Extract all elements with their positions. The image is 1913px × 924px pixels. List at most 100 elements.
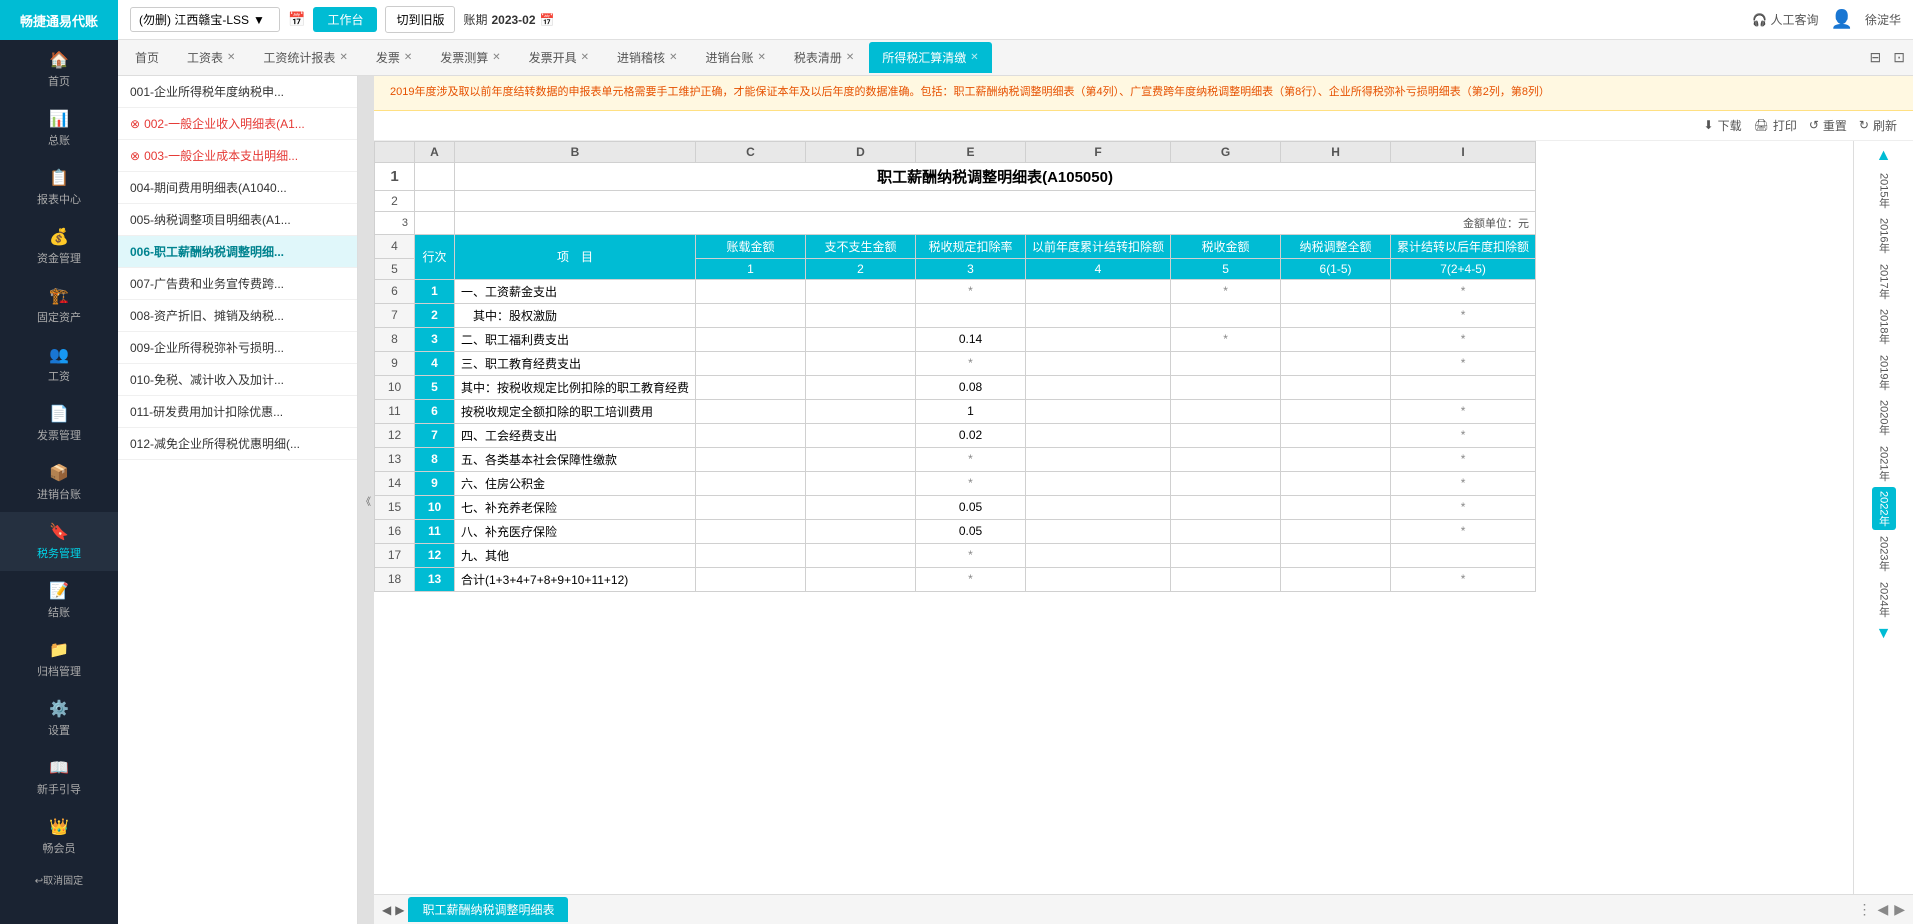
left-item-004[interactable]: 004-期间费用明细表(A1040... [118, 172, 357, 204]
tab-invoice-issue[interactable]: 发票开具 ✕ [516, 42, 602, 73]
cell-12-c[interactable] [696, 543, 806, 567]
cell-4-h[interactable] [1281, 351, 1391, 375]
cell-9-g[interactable] [1171, 471, 1281, 495]
left-item-006[interactable]: 006-职工薪酬纳税调整明细... [118, 236, 357, 268]
cell-6-h[interactable] [1281, 399, 1391, 423]
cell-13-c[interactable] [696, 567, 806, 591]
cell-2-e[interactable] [916, 303, 1026, 327]
cell-4-d[interactable] [806, 351, 916, 375]
item-9[interactable]: 六、住房公积金 [455, 471, 696, 495]
left-item-012[interactable]: 012-减免企业所得税优惠明细(... [118, 428, 357, 460]
cell-7-d[interactable] [806, 423, 916, 447]
item-10[interactable]: 七、补充养老保险 [455, 495, 696, 519]
tab-maximize-icon[interactable]: ⊡ [1889, 47, 1909, 68]
cell-13-d[interactable] [806, 567, 916, 591]
tab-close-income-tax[interactable]: ✕ [970, 52, 978, 63]
old-version-button[interactable]: 切到旧版 [385, 6, 455, 33]
cell-6-c[interactable] [696, 399, 806, 423]
sidebar-item-home[interactable]: 🏠 首页 [0, 40, 118, 99]
sidebar-item-salary[interactable]: 👥 工资 [0, 335, 118, 394]
download-button[interactable]: ⬇ 下载 [1704, 117, 1742, 134]
cell-6-g[interactable] [1171, 399, 1281, 423]
cell-2-c[interactable] [696, 303, 806, 327]
cell-5-c[interactable] [696, 375, 806, 399]
sidebar-item-settings[interactable]: ⚙️ 设置 [0, 689, 118, 748]
item-6[interactable]: 按税收规定全额扣除的职工培训费用 [455, 399, 696, 423]
cell-7-g[interactable] [1171, 423, 1281, 447]
cell-2-h[interactable] [1281, 303, 1391, 327]
cell-9-c[interactable] [696, 471, 806, 495]
tab-prev-icon[interactable]: ⊟ [1866, 47, 1886, 68]
cell-2-d[interactable] [806, 303, 916, 327]
left-item-010[interactable]: 010-免税、减计收入及加计... [118, 364, 357, 396]
cell-10-h[interactable] [1281, 495, 1391, 519]
cell-10-d[interactable] [806, 495, 916, 519]
cell-2-g[interactable] [1171, 303, 1281, 327]
cell-11-d[interactable] [806, 519, 916, 543]
year-2017[interactable]: 2017年 [1872, 260, 1896, 303]
year-2015[interactable]: 2015年 [1872, 169, 1896, 212]
item-4[interactable]: 三、职工教育经费支出 [455, 351, 696, 375]
refresh-button[interactable]: ↻ 刷新 [1859, 117, 1897, 134]
cell-10-c[interactable] [696, 495, 806, 519]
cell-9-f[interactable] [1026, 471, 1171, 495]
cell-11-h[interactable] [1281, 519, 1391, 543]
cell-12-g[interactable] [1171, 543, 1281, 567]
print-button[interactable]: 🖨 打印 [1754, 117, 1797, 134]
cell-12-f[interactable] [1026, 543, 1171, 567]
cell-11-f[interactable] [1026, 519, 1171, 543]
cell-4-g[interactable] [1171, 351, 1281, 375]
cell-5-d[interactable] [806, 375, 916, 399]
cell-13-g[interactable] [1171, 567, 1281, 591]
tab-invoice[interactable]: 发票 ✕ [363, 42, 425, 73]
sheet-nav-prev[interactable]: ◀ [382, 903, 391, 917]
sidebar-item-archive[interactable]: 📁 归档管理 [0, 630, 118, 689]
tab-close-invoice-calc[interactable]: ✕ [492, 52, 500, 63]
cell-10-g[interactable] [1171, 495, 1281, 519]
cell-1-f[interactable] [1026, 279, 1171, 303]
tab-close-tax-register[interactable]: ✕ [846, 52, 854, 63]
tab-close-purchase-verify[interactable]: ✕ [669, 52, 677, 63]
cell-9-h[interactable] [1281, 471, 1391, 495]
year-2020[interactable]: 2020年 [1872, 396, 1896, 439]
left-item-007[interactable]: 007-广告费和业务宣传费跨... [118, 268, 357, 300]
tab-invoice-calc[interactable]: 发票测算 ✕ [427, 42, 513, 73]
cell-8-h[interactable] [1281, 447, 1391, 471]
cancel-pin-button[interactable]: ↩取消固定 [0, 866, 118, 893]
item-3[interactable]: 二、职工福利费支出 [455, 327, 696, 351]
item-2[interactable]: 其中：股权激励 [455, 303, 696, 327]
left-item-005[interactable]: 005-纳税调整项目明细表(A1... [118, 204, 357, 236]
reset-button[interactable]: ↺ 重置 [1809, 117, 1847, 134]
sidebar-item-close[interactable]: 📝 结账 [0, 571, 118, 630]
tab-salary[interactable]: 工资表 ✕ [174, 42, 248, 73]
item-7[interactable]: 四、工会经费支出 [455, 423, 696, 447]
year-2019[interactable]: 2019年 [1872, 351, 1896, 394]
cell-2-f[interactable] [1026, 303, 1171, 327]
collapse-panel-button[interactable]: 《 [358, 76, 374, 924]
sidebar-item-guide[interactable]: 📖 新手引导 [0, 748, 118, 807]
cell-1-d[interactable] [806, 279, 916, 303]
customer-service-btn[interactable]: 🎧 人工客询 [1752, 11, 1818, 28]
cell-8-f[interactable] [1026, 447, 1171, 471]
sidebar-item-funds[interactable]: 💰 资金管理 [0, 217, 118, 276]
tab-purchase-verify[interactable]: 进销稽核 ✕ [604, 42, 690, 73]
tab-income-tax[interactable]: 所得税汇算清缴 ✕ [869, 42, 991, 73]
cell-6-d[interactable] [806, 399, 916, 423]
tab-close-invoice-issue[interactable]: ✕ [581, 52, 589, 63]
cell-3-c[interactable] [696, 327, 806, 351]
tab-tax-register[interactable]: 税表清册 ✕ [781, 42, 867, 73]
company-selector[interactable]: (勿删) 江西赣宝-LSS ▼ [130, 7, 280, 32]
year-2023[interactable]: 2023年 [1872, 532, 1896, 575]
cell-7-h[interactable] [1281, 423, 1391, 447]
left-item-011[interactable]: 011-研发费用加计扣除优惠... [118, 396, 357, 428]
item-11[interactable]: 八、补充医疗保险 [455, 519, 696, 543]
cell-5-h[interactable] [1281, 375, 1391, 399]
workbench-button[interactable]: 工作台 [313, 7, 377, 32]
cell-6-f[interactable] [1026, 399, 1171, 423]
cell-11-c[interactable] [696, 519, 806, 543]
cell-8-g[interactable] [1171, 447, 1281, 471]
item-8[interactable]: 五、各类基本社会保障性缴款 [455, 447, 696, 471]
cell-12-d[interactable] [806, 543, 916, 567]
year-2024[interactable]: 2024年 [1872, 578, 1896, 621]
sheet-scroll-left[interactable]: ◀ [1877, 901, 1888, 918]
